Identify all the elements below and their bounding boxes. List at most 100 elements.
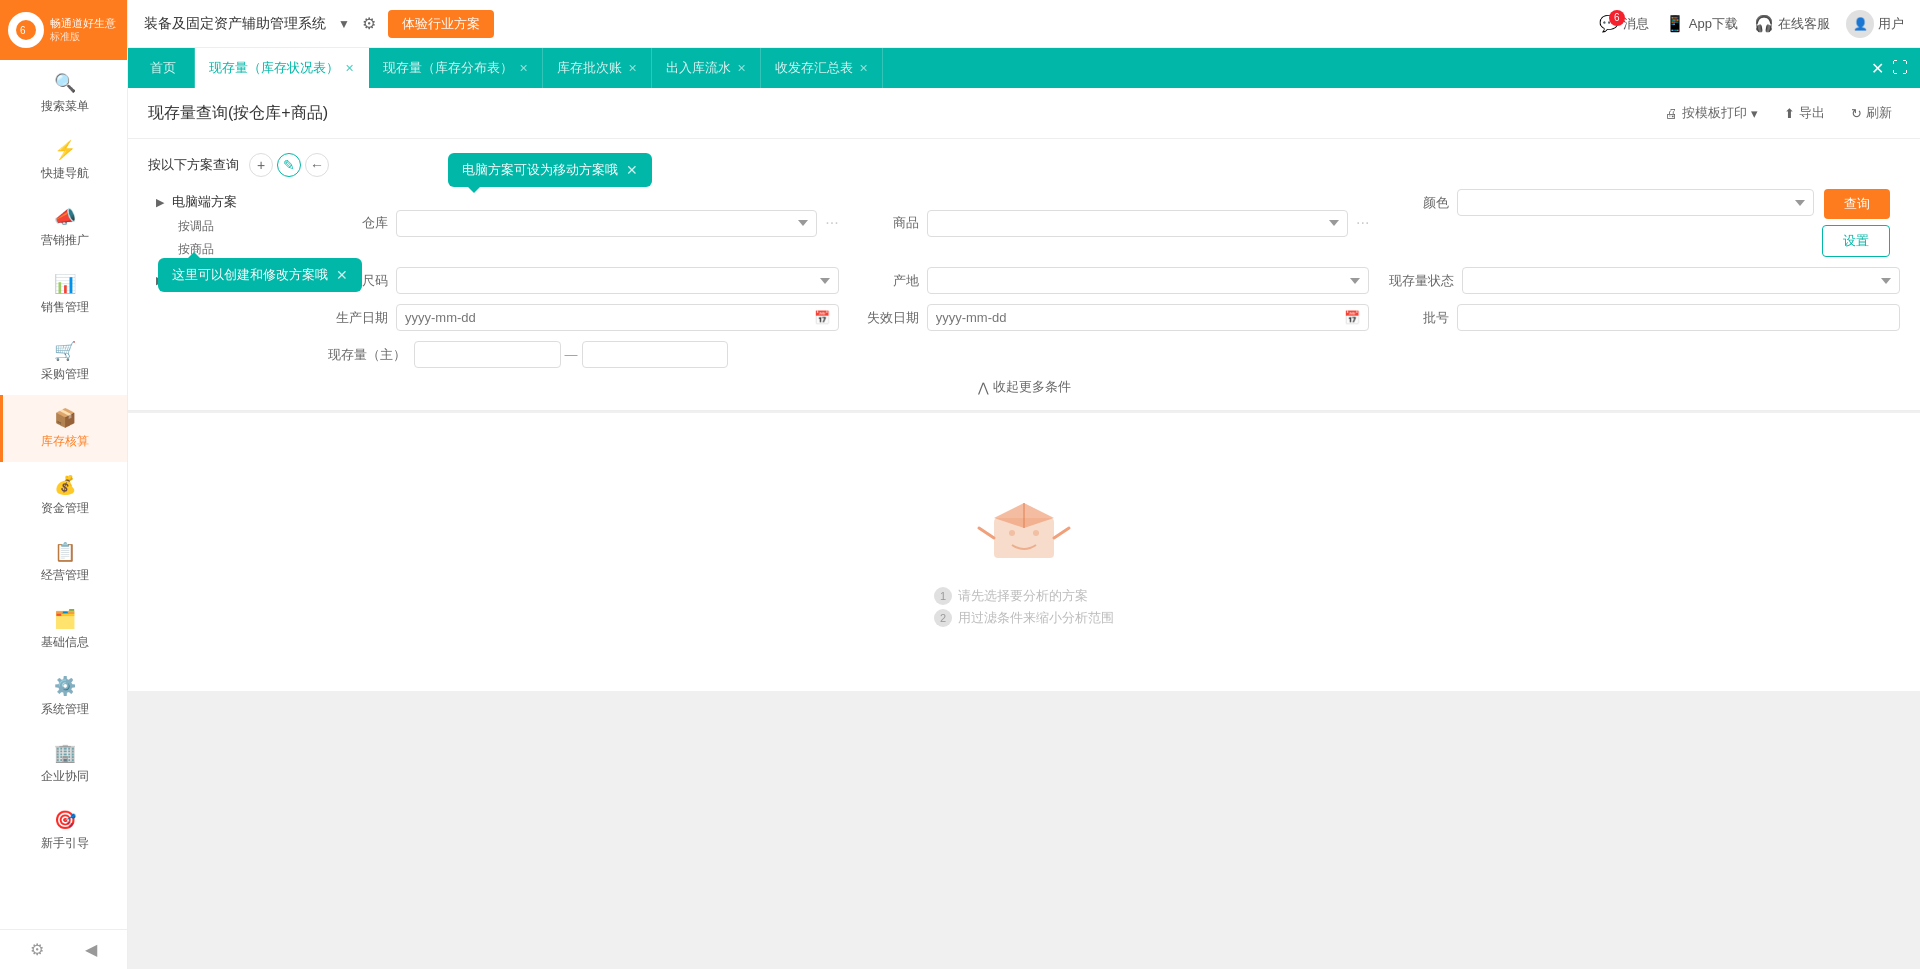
stock-status-select[interactable] <box>1462 267 1900 294</box>
enterprise-icon: 🏢 <box>54 742 76 764</box>
tab-summary[interactable]: 收发存汇总表 ✕ <box>761 48 883 88</box>
sidebar-item-basic[interactable]: 🗂️ 基础信息 <box>0 596 127 663</box>
sidebar-item-enterprise[interactable]: 🏢 企业协同 <box>0 730 127 797</box>
expiry-date-input[interactable] <box>936 310 1341 325</box>
logo-sub-text: 标准版 <box>50 30 116 44</box>
reset-btn[interactable]: 设置 <box>1822 225 1890 257</box>
collapse-sidebar-btn[interactable]: ◀ <box>85 940 97 959</box>
tab-close-batch[interactable]: ✕ <box>628 62 637 75</box>
user-label: 用户 <box>1878 15 1904 33</box>
warehouse-input[interactable] <box>396 210 817 237</box>
print-btn[interactable]: 🖨 按模板打印 ▾ <box>1657 100 1766 126</box>
sidebar-nav: 🔍 搜索菜单 ⚡ 快捷导航 📣 营销推广 📊 销售管理 🛒 采购管理 📦 库存核… <box>0 60 127 929</box>
notification-btn[interactable]: 💬 6 消息 <box>1599 14 1649 33</box>
sidebar-item-quick[interactable]: ⚡ 快捷导航 <box>0 127 127 194</box>
header-gear-btn[interactable]: ⚙ <box>362 14 376 33</box>
color-label: 颜色 <box>1389 194 1449 212</box>
add-scheme-btn[interactable]: + <box>249 153 273 177</box>
edit-scheme-btn[interactable]: ✎ <box>277 153 301 177</box>
sidebar-item-search[interactable]: 🔍 搜索菜单 <box>0 60 127 127</box>
filter-row-expiry-date: 失效日期 📅 <box>859 304 1370 331</box>
warehouse-dots[interactable]: ··· <box>825 214 838 232</box>
tab-inventory-dist[interactable]: 现存量（库存分布表） ✕ <box>369 48 543 88</box>
system-dropdown-btn[interactable]: ▼ <box>338 17 350 31</box>
stock-main-from[interactable] <box>414 341 561 368</box>
sidebar-item-system[interactable]: ⚙️ 系统管理 <box>0 663 127 730</box>
trial-btn[interactable]: 体验行业方案 <box>388 10 494 38</box>
batch-input[interactable] <box>1457 304 1900 331</box>
tab-bar: 首页 现存量（库存状况表） ✕ 现存量（库存分布表） ✕ 库存批次账 ✕ 出入库… <box>128 48 1920 88</box>
online-support-btn[interactable]: 🎧 在线客服 <box>1754 14 1830 33</box>
tab-inventory-dist-label: 现存量（库存分布表） <box>383 59 513 77</box>
tab-inventory-status[interactable]: 现存量（库存状况表） ✕ <box>195 48 369 88</box>
scheme-child-item-0[interactable]: 按调品 <box>172 215 308 238</box>
tab-flow[interactable]: 出入库流水 ✕ <box>652 48 761 88</box>
expiry-date-calendar-icon[interactable]: 📅 <box>1344 310 1360 325</box>
step1-text: 请先选择要分析的方案 <box>958 587 1088 605</box>
expiry-date-wrap[interactable]: 📅 <box>927 304 1370 331</box>
system-icon: ⚙️ <box>54 675 76 697</box>
tab-close-summary[interactable]: ✕ <box>859 62 868 75</box>
size-select[interactable] <box>396 267 839 294</box>
sidebar-item-label: 企业协同 <box>41 768 89 785</box>
app-download-btn[interactable]: 📱 App下载 <box>1665 14 1738 33</box>
color-select[interactable] <box>1457 189 1814 216</box>
export-btn[interactable]: ⬆ 导出 <box>1776 100 1833 126</box>
stock-main-label: 现存量（主） <box>328 346 406 364</box>
stock-main-to[interactable] <box>582 341 729 368</box>
sidebar-bottom: ⚙ ◀ <box>0 929 127 969</box>
expiry-date-label: 失效日期 <box>859 309 919 327</box>
tooltip-scheme-switch-text: 电脑方案可设为移动方案哦 <box>462 161 618 179</box>
finance-icon: 💰 <box>54 474 76 496</box>
tooltip-scheme-switch-close[interactable]: ✕ <box>626 162 638 178</box>
origin-select[interactable] <box>927 267 1370 294</box>
sidebar-item-sales[interactable]: 📊 销售管理 <box>0 261 127 328</box>
sidebar-item-operations[interactable]: 📋 经营管理 <box>0 529 127 596</box>
sidebar-item-marketing[interactable]: 📣 营销推广 <box>0 194 127 261</box>
range-separator: — <box>565 347 578 362</box>
scheme-item-desktop[interactable]: ▶ 电脑端方案 <box>148 189 308 215</box>
goods-input[interactable] <box>927 210 1348 237</box>
sales-icon: 📊 <box>54 273 76 295</box>
tooltip-scheme-edit-close[interactable]: ✕ <box>336 267 348 283</box>
tooltip-scheme-switch: 电脑方案可设为移动方案哦 ✕ <box>448 153 652 187</box>
main-area: 装备及固定资产辅助管理系统 ▼ ⚙ 体验行业方案 💬 6 消息 📱 App下载 … <box>128 0 1920 969</box>
user-menu-btn[interactable]: 👤 用户 <box>1846 10 1904 38</box>
search-btn[interactable]: 查询 <box>1824 189 1890 219</box>
sidebar-item-label: 快捷导航 <box>41 165 89 182</box>
tab-close-inventory-status[interactable]: ✕ <box>345 62 354 75</box>
filter-row-stock-status: 现存量状态 <box>1389 267 1900 294</box>
settings-bottom-btn[interactable]: ⚙ <box>30 940 44 959</box>
sidebar-item-inventory[interactable]: 📦 库存核算 <box>0 395 127 462</box>
filter-label: 按以下方案查询 <box>148 156 239 174</box>
tab-fullscreen-btn[interactable]: ⛶ <box>1892 59 1908 77</box>
sidebar-item-label: 新手引导 <box>41 835 89 852</box>
prod-date-calendar-icon[interactable]: 📅 <box>814 310 830 325</box>
prod-date-wrap[interactable]: 📅 <box>396 304 839 331</box>
tab-flow-label: 出入库流水 <box>666 59 731 77</box>
collapse-btn[interactable]: ⋀ 收起更多条件 <box>978 378 1071 396</box>
tooltip-scheme-edit-text: 这里可以创建和修改方案哦 <box>172 266 328 284</box>
tab-close-inventory-dist[interactable]: ✕ <box>519 62 528 75</box>
purchase-icon: 🛒 <box>54 340 76 362</box>
tab-batch[interactable]: 库存批次账 ✕ <box>543 48 652 88</box>
sidebar-item-label: 经营管理 <box>41 567 89 584</box>
empty-state: 1 请先选择要分析的方案 2 用过滤条件来缩小分析范围 <box>128 413 1920 691</box>
tab-close-all-btn[interactable]: ✕ <box>1871 59 1884 78</box>
tab-close-flow[interactable]: ✕ <box>737 62 746 75</box>
goods-dots[interactable]: ··· <box>1356 214 1369 232</box>
tab-home[interactable]: 首页 <box>132 48 195 88</box>
back-scheme-btn[interactable]: ← <box>305 153 329 177</box>
filter-grid: 仓库 ··· 商品 ··· 颜色 <box>328 189 1900 331</box>
basic-icon: 🗂️ <box>54 608 76 630</box>
refresh-btn[interactable]: ↻ 刷新 <box>1843 100 1900 126</box>
tab-batch-label: 库存批次账 <box>557 59 622 77</box>
sidebar-item-guide[interactable]: 🎯 新手引导 <box>0 797 127 864</box>
sidebar-item-finance[interactable]: 💰 资金管理 <box>0 462 127 529</box>
prod-date-label: 生产日期 <box>328 309 388 327</box>
sidebar-item-label: 采购管理 <box>41 366 89 383</box>
page-header: 现存量查询(按仓库+商品) 🖨 按模板打印 ▾ ⬆ 导出 ↻ 刷新 <box>128 88 1920 139</box>
sidebar-item-purchase[interactable]: 🛒 采购管理 <box>0 328 127 395</box>
prod-date-input[interactable] <box>405 310 810 325</box>
chevron-up-icon: ⋀ <box>978 380 989 395</box>
